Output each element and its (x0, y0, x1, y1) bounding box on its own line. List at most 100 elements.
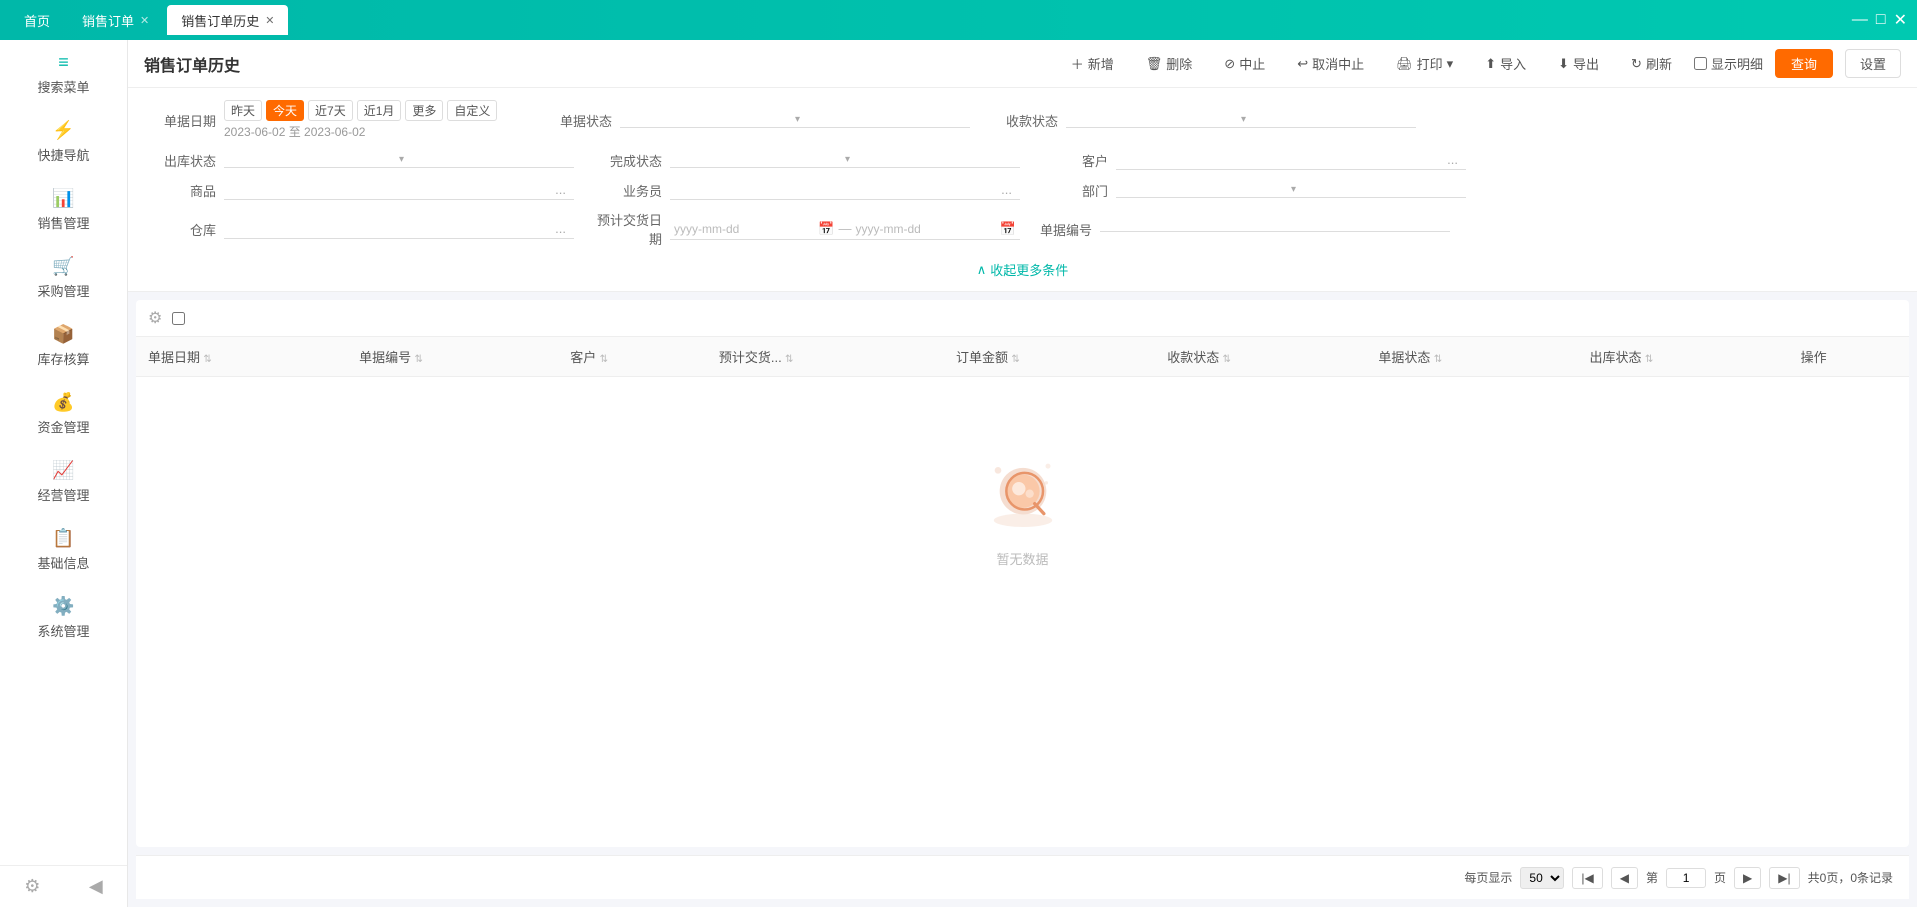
settings-button[interactable]: 设置 (1845, 49, 1901, 78)
close-window-icon[interactable]: ✕ (1894, 10, 1907, 30)
order-no-field[interactable] (1100, 227, 1450, 232)
sidebar-item-quick-nav[interactable]: ⚡ 快捷导航 (0, 108, 127, 176)
display-detail-checkbox[interactable] (1694, 57, 1707, 70)
sidebar-item-basic-info[interactable]: 📋 基础信息 (0, 516, 127, 584)
payment-status-select[interactable]: ▾ (1066, 112, 1416, 128)
goods-field[interactable]: ... (224, 180, 574, 200)
warehouse-field[interactable]: ... (224, 219, 574, 239)
sidebar-item-purchase-mgmt[interactable]: 🛒 采购管理 (0, 244, 127, 312)
per-page-select[interactable]: 50 (1520, 867, 1564, 889)
col-payment-status[interactable]: 收款状态 ⇅ (1155, 337, 1366, 377)
warehouse-dots[interactable]: ... (551, 221, 570, 236)
collapse-sidebar-icon[interactable]: ◀ (89, 876, 103, 897)
customer-dots[interactable]: ... (1443, 152, 1462, 167)
close-sales-order-tab[interactable]: ✕ (140, 14, 149, 27)
date-btn-today[interactable]: 今天 (266, 100, 304, 121)
delivery-status-select[interactable]: ▾ (224, 152, 574, 168)
add-icon: ＋ (1071, 54, 1084, 73)
order-status-select[interactable]: ▾ (620, 112, 970, 128)
select-all-checkbox[interactable] (172, 312, 185, 325)
sidebar-item-search-menu[interactable]: ≡ 搜索菜单 (0, 40, 127, 108)
filter-row-2: 出库状态 ▾ 完成状态 ▾ 客户 ... (144, 150, 1901, 170)
payment-status-arrow-icon: ▾ (1241, 114, 1412, 125)
date-btn-custom[interactable]: 自定义 (447, 100, 497, 121)
date-btn-7days[interactable]: 近7天 (308, 100, 353, 121)
stop-button[interactable]: ⊘ 中止 (1214, 49, 1275, 78)
customer-field[interactable]: ... (1116, 150, 1466, 170)
tab-sales-order-history[interactable]: 销售订单历史 ✕ (167, 5, 288, 35)
goods-label: 商品 (144, 181, 224, 200)
expected-date-label: 预计交货日期 (590, 210, 670, 248)
page-number-input[interactable] (1666, 868, 1706, 888)
print-button[interactable]: 🖨 打印 ▾ (1386, 49, 1463, 78)
col-date[interactable]: 单据日期 ⇅ (136, 337, 347, 377)
customer-label: 客户 (1036, 151, 1116, 170)
sidebar-item-sales-mgmt[interactable]: 📊 销售管理 (0, 176, 127, 244)
print-arrow-icon: ▾ (1447, 56, 1454, 72)
expected-date-end[interactable]: yyyy-mm-dd (856, 222, 996, 236)
minimize-icon[interactable]: — (1852, 11, 1868, 29)
sidebar-item-inventory-calc[interactable]: 📦 库存核算 (0, 312, 127, 380)
table-settings-icon[interactable]: ⚙ (148, 308, 162, 328)
table-body: 暂无数据 (136, 377, 1909, 629)
page-first-button[interactable]: |◀ (1572, 867, 1602, 889)
page-last-button[interactable]: ▶| (1769, 867, 1799, 889)
delete-icon: 🗑 (1146, 56, 1163, 72)
dept-select[interactable]: ▾ (1116, 182, 1466, 198)
purchase-mgmt-icon: 🛒 (52, 256, 74, 277)
content-area: 销售订单历史 ＋ 新增 🗑 删除 ⊘ 中止 ↩ 取消中止 🖨 打印 ▾ (128, 40, 1917, 907)
col-amount[interactable]: 订单金额 ⇅ (944, 337, 1155, 377)
import-button[interactable]: ⬆ 导入 (1475, 49, 1536, 78)
stop-icon: ⊘ (1224, 56, 1235, 72)
display-detail-checkbox-wrapper[interactable]: 显示明细 (1694, 54, 1763, 73)
maximize-icon[interactable]: □ (1876, 11, 1886, 29)
payment-status-label: 收款状态 (986, 111, 1066, 130)
col-delivery-status[interactable]: 出库状态 ⇅ (1577, 337, 1788, 377)
settings-bottom-icon[interactable]: ⚙ (24, 876, 40, 897)
date-btn-more[interactable]: 更多 (405, 100, 443, 121)
salesperson-dots[interactable]: ... (997, 182, 1016, 197)
salesperson-label: 业务员 (590, 181, 670, 200)
close-history-tab[interactable]: ✕ (265, 14, 274, 27)
col-customer[interactable]: 客户 ⇅ (558, 337, 707, 377)
cancel-stop-button[interactable]: ↩ 取消中止 (1287, 49, 1374, 78)
tab-sales-order[interactable]: 销售订单 ✕ (68, 5, 163, 35)
col-expected-delivery[interactable]: 预计交货... ⇅ (707, 337, 944, 377)
page-prev-button[interactable]: ◀ (1611, 867, 1638, 889)
import-icon: ⬆ (1485, 56, 1496, 72)
date-label: 单据日期 (144, 111, 224, 130)
table-header-row: 单据日期 ⇅ 单据编号 ⇅ 客户 ⇅ 预计交货... (136, 337, 1909, 377)
col-order-status[interactable]: 单据状态 ⇅ (1366, 337, 1577, 377)
collapse-button[interactable]: ∧ 收起更多条件 (977, 260, 1069, 279)
sidebar-item-operation-mgmt[interactable]: 📈 经营管理 (0, 448, 127, 516)
sort-date-icon: ⇅ (203, 354, 211, 365)
col-no[interactable]: 单据编号 ⇅ (347, 337, 558, 377)
sidebar-bottom: ⚙ ◀ (0, 865, 127, 907)
complete-status-select[interactable]: ▾ (670, 152, 1020, 168)
query-button[interactable]: 查询 (1775, 49, 1833, 78)
date-btn-1month[interactable]: 近1月 (357, 100, 402, 121)
empty-state: 暂无数据 (136, 377, 1909, 628)
collapse-row: ∧ 收起更多条件 (144, 258, 1901, 279)
filter-area: 单据日期 昨天 今天 近7天 近1月 更多 自定义 2023-06-02 至 2… (128, 88, 1917, 292)
sidebar-item-finance-mgmt[interactable]: 💰 资金管理 (0, 380, 127, 448)
goods-dots[interactable]: ... (551, 182, 570, 197)
order-no-label: 单据编号 (1020, 220, 1100, 239)
delete-button[interactable]: 🗑 删除 (1136, 49, 1203, 78)
table-area: ⚙ 单据日期 ⇅ 单据编号 ⇅ 客户 (136, 300, 1909, 847)
cal-start-icon[interactable]: 📅 (818, 221, 834, 237)
add-button[interactable]: ＋ 新增 (1061, 49, 1124, 78)
sort-amount-icon: ⇅ (1011, 354, 1019, 365)
table-toolbar: ⚙ (136, 300, 1909, 337)
refresh-button[interactable]: ↻ 刷新 (1621, 49, 1682, 78)
dept-arrow-icon: ▾ (1291, 184, 1462, 195)
cal-end-icon[interactable]: 📅 (1000, 221, 1016, 237)
page-next-button[interactable]: ▶ (1734, 867, 1761, 889)
sort-order-status-icon: ⇅ (1434, 354, 1442, 365)
expected-date-start[interactable]: yyyy-mm-dd (674, 222, 814, 236)
tab-home[interactable]: 首页 (10, 5, 64, 35)
date-btn-yesterday[interactable]: 昨天 (224, 100, 262, 121)
salesperson-field[interactable]: ... (670, 180, 1020, 200)
export-button[interactable]: ⬇ 导出 (1548, 49, 1609, 78)
sidebar-item-system-mgmt[interactable]: ⚙️ 系统管理 (0, 584, 127, 652)
